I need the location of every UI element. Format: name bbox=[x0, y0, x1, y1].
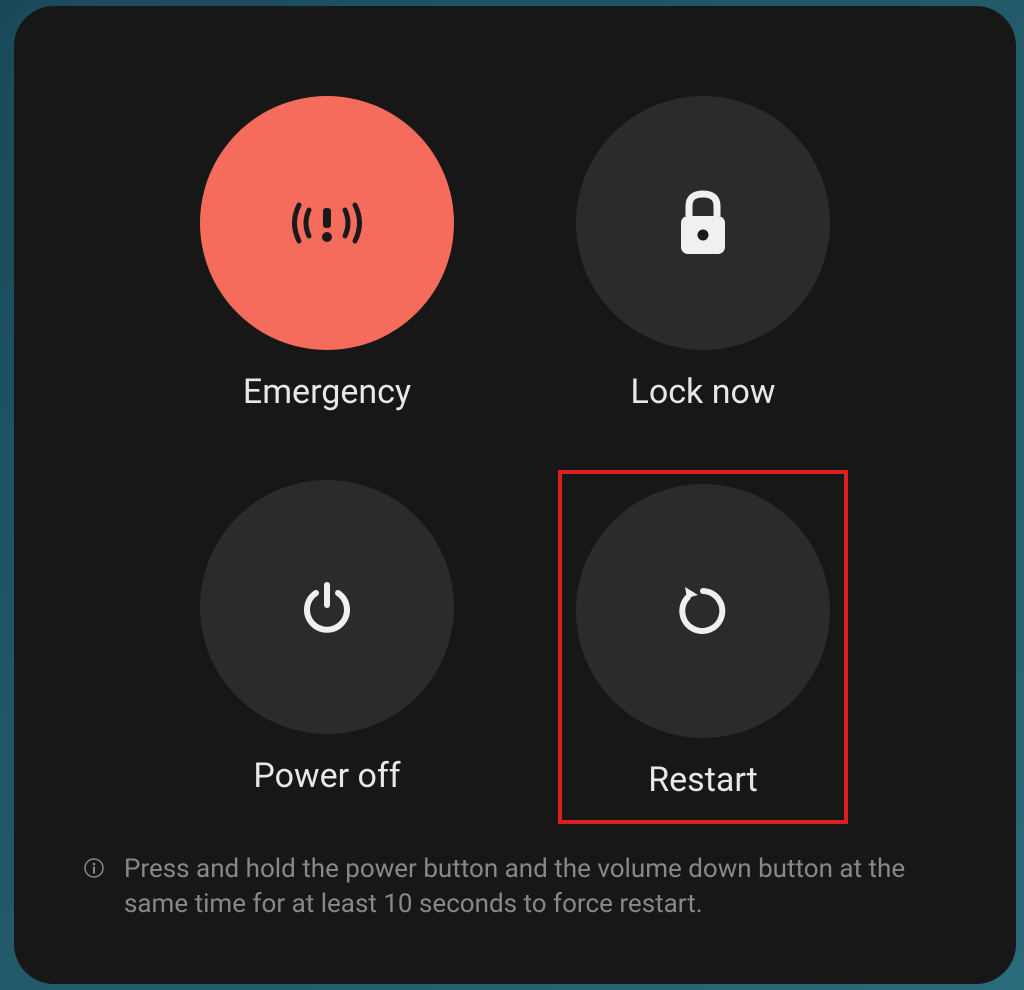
force-restart-hint: Press and hold the power button and the … bbox=[124, 852, 956, 922]
emergency-option[interactable]: Emergency bbox=[182, 86, 472, 440]
poweroff-option[interactable]: Power off bbox=[182, 470, 472, 824]
poweroff-label: Power off bbox=[253, 756, 400, 796]
lock-label: Lock now bbox=[631, 372, 776, 412]
force-restart-hint-row: Press and hold the power button and the … bbox=[14, 824, 1016, 922]
emergency-sos-icon bbox=[282, 193, 372, 253]
emergency-label: Emergency bbox=[243, 372, 411, 412]
power-icon bbox=[299, 579, 355, 635]
power-menu-panel: Emergency Lock now Power off bbox=[14, 6, 1016, 984]
lock-button[interactable] bbox=[576, 96, 830, 350]
restart-label: Restart bbox=[648, 760, 758, 800]
info-icon bbox=[84, 858, 104, 878]
restart-button[interactable] bbox=[576, 484, 830, 738]
power-options-grid: Emergency Lock now Power off bbox=[14, 86, 1016, 824]
restart-option[interactable]: Restart bbox=[558, 470, 848, 824]
restart-icon bbox=[676, 584, 730, 638]
emergency-button[interactable] bbox=[200, 96, 454, 350]
lock-option[interactable]: Lock now bbox=[558, 86, 848, 440]
lock-icon bbox=[675, 188, 731, 258]
poweroff-button[interactable] bbox=[200, 480, 454, 734]
